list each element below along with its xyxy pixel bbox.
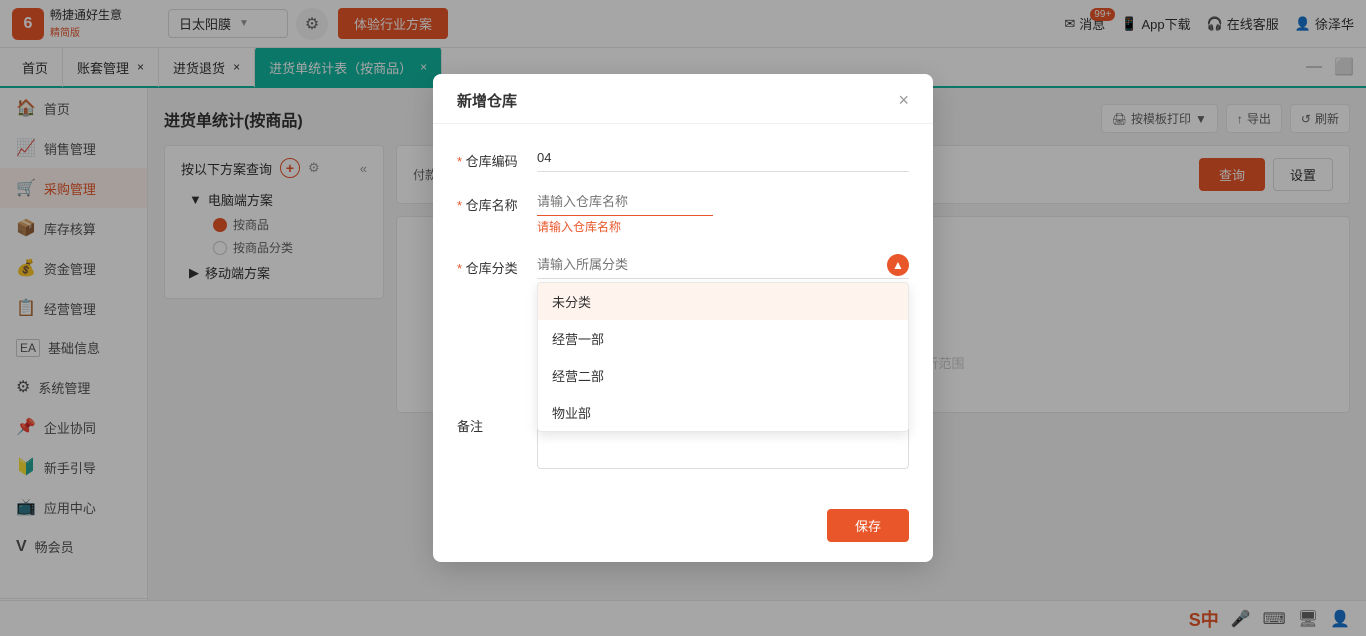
name-field-wrapper: 请输入仓库名称 xyxy=(537,188,909,235)
modal-close-button[interactable]: × xyxy=(898,90,909,111)
modal-title: 新增仓库 xyxy=(457,90,517,111)
dropdown-option-property[interactable]: 物业部 xyxy=(538,394,908,431)
new-warehouse-modal: 新增仓库 × 仓库编码 仓库名称 请输入仓库名称 仓库分类 xyxy=(433,74,933,562)
warehouse-code-input[interactable] xyxy=(537,144,909,172)
name-label: 仓库名称 xyxy=(457,188,537,214)
warehouse-name-input[interactable] xyxy=(537,188,713,216)
category-dropdown-wrapper: ▲ 未分类 经营一部 经营二部 物业部 xyxy=(537,251,909,279)
modal-overlay[interactable]: 新增仓库 × 仓库编码 仓库名称 请输入仓库名称 仓库分类 xyxy=(0,0,1366,636)
modal-footer: 保存 xyxy=(433,501,933,562)
dropdown-option-dept2[interactable]: 经营二部 xyxy=(538,357,908,394)
dropdown-option-uncategorized[interactable]: 未分类 xyxy=(538,283,908,320)
modal-body: 仓库编码 仓库名称 请输入仓库名称 仓库分类 ▲ 未分类 xyxy=(433,124,933,501)
dropdown-option-dept1[interactable]: 经营一部 xyxy=(538,320,908,357)
warehouse-name-row: 仓库名称 请输入仓库名称 xyxy=(457,188,909,235)
category-label: 仓库分类 xyxy=(457,251,537,277)
category-input[interactable] xyxy=(537,251,909,279)
note-label: 备注 xyxy=(457,409,537,435)
warehouse-code-row: 仓库编码 xyxy=(457,144,909,172)
category-dropdown-list: 未分类 经营一部 经营二部 物业部 xyxy=(537,282,909,432)
category-dropdown-toggle[interactable]: ▲ xyxy=(887,254,909,276)
code-label: 仓库编码 xyxy=(457,144,537,170)
modal-header: 新增仓库 × xyxy=(433,74,933,124)
warehouse-category-row: 仓库分类 ▲ 未分类 经营一部 经营二部 物业部 xyxy=(457,251,909,279)
save-button[interactable]: 保存 xyxy=(827,509,909,542)
name-error-msg: 请输入仓库名称 xyxy=(537,218,909,235)
